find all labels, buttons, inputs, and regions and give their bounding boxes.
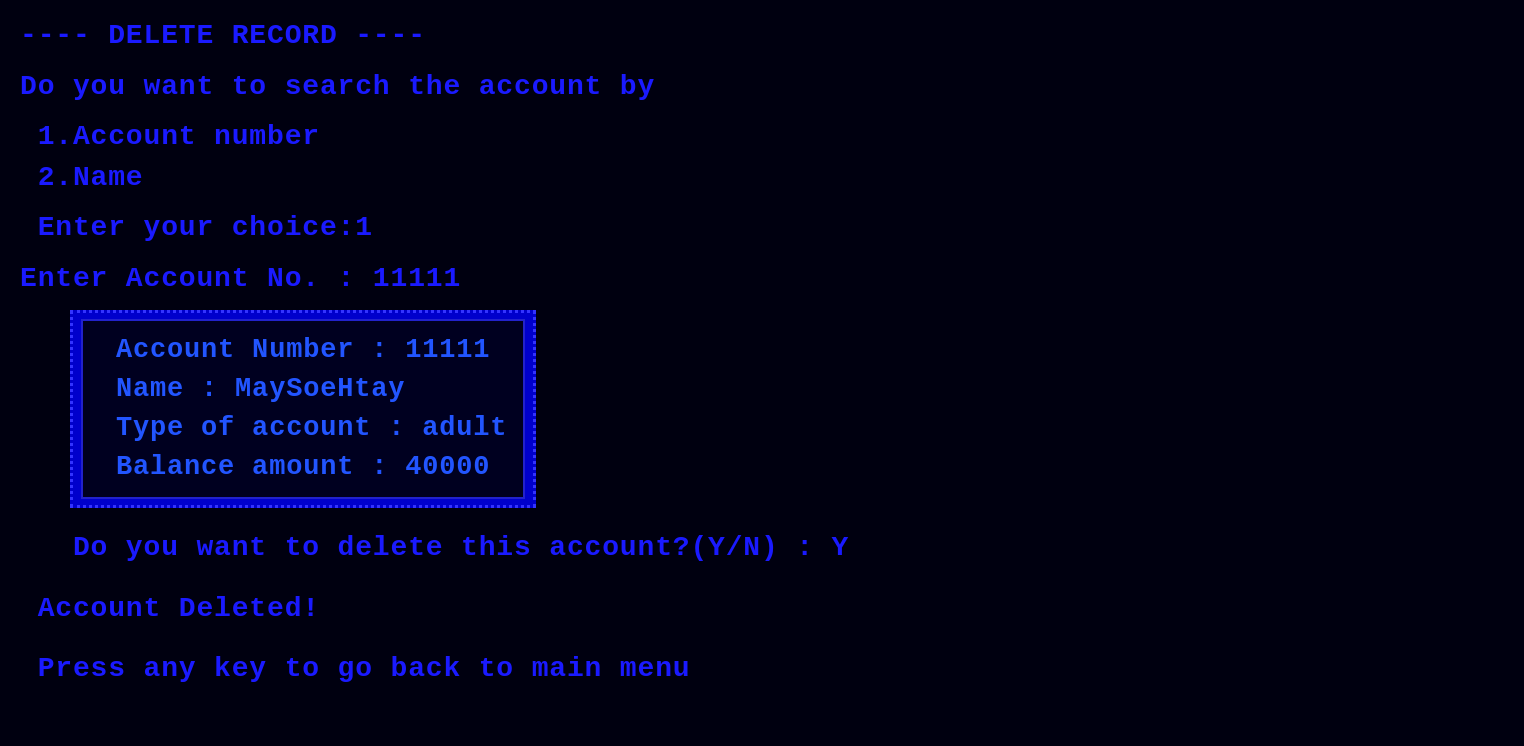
- title-line: ---- DELETE RECORD ----: [20, 16, 1504, 57]
- account-no-prompt: Enter Account No. : 11111: [20, 259, 1504, 300]
- option1: 1.Account number: [20, 117, 1504, 158]
- deleted-message: Account Deleted!: [20, 589, 1504, 630]
- account-info-box-inner: Account Number : 11111 Name : MaySoeHtay…: [81, 319, 525, 500]
- account-name-line: Name : MaySoeHtay: [99, 370, 507, 409]
- delete-prompt: Do you want to delete this account?(Y/N)…: [20, 528, 1504, 569]
- account-balance-line: Balance amount : 40000: [99, 448, 507, 487]
- account-number-line: Account Number : 11111: [99, 331, 507, 370]
- account-info-box-outer: Account Number : 11111 Name : MaySoeHtay…: [70, 310, 536, 509]
- press-any-key: Press any key to go back to main menu: [20, 649, 1504, 690]
- account-type-line: Type of account : adult: [99, 409, 507, 448]
- option2: 2.Name: [20, 158, 1504, 199]
- search-prompt: Do you want to search the account by: [20, 67, 1504, 108]
- choice-prompt: Enter your choice:1: [20, 208, 1504, 249]
